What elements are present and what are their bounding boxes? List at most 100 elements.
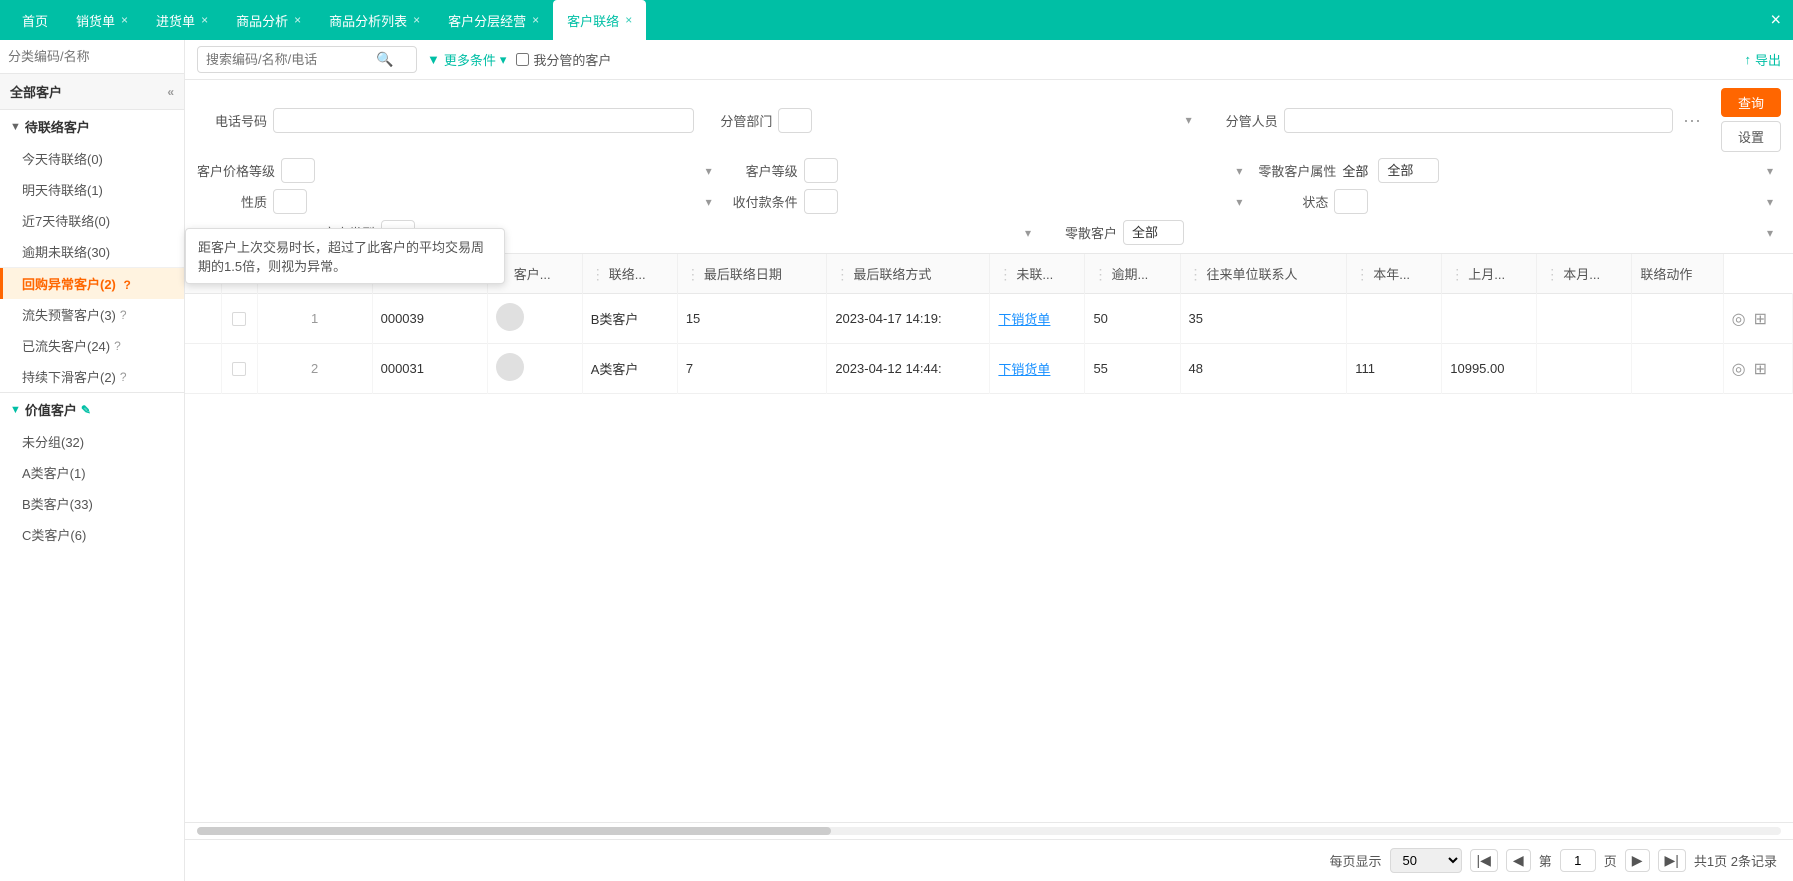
sidebar-item-7days[interactable]: 近7天待联络(0) [0,205,184,236]
close-analysis-icon[interactable]: × [294,13,301,27]
page-label: 第 [1539,851,1552,870]
sidebar-item-overdue[interactable]: 逾期未联络(30) [0,236,184,267]
row-settings-cell [185,344,221,394]
sidebar-pending-title[interactable]: ▼ 待联络客户 [0,110,184,143]
dept-select[interactable] [778,108,812,133]
payment-select[interactable] [804,189,838,214]
nav-item-purchase[interactable]: 进货单 × [142,0,222,40]
close-analysis-list-icon[interactable]: × [413,13,420,27]
sidebar-value-header[interactable]: ▼ 价值客户 ✎ [0,393,184,426]
close-contact-icon[interactable]: × [625,13,632,27]
sidebar-all-customers-header[interactable]: 全部客户 « [0,74,184,110]
nav-item-analysis-list[interactable]: 商品分析列表 × [315,0,434,40]
table-row: 1 000039 B类客户 15 2023-04-17 14:19: 下销货单 … [185,294,1793,344]
row-this-year-cell [1442,294,1537,344]
col-overdue[interactable]: 逾期... [1085,254,1180,294]
scroll-thumb[interactable] [197,827,831,835]
nav-item-analysis[interactable]: 商品分析 × [222,0,315,40]
close-segment-icon[interactable]: × [532,13,539,27]
table-area: ⚙ 客户编码 客户名称 客户... 联络... 最后联络日期 最后联络方式 未联… [185,254,1793,822]
settings-button[interactable]: 设置 [1721,121,1781,152]
retail-customer-select[interactable]: 全部 [1123,220,1184,245]
per-page-select[interactable]: 50 20 100 200 [1390,848,1462,873]
filter-cell-retail-customer: 零散客户 全部 [1047,220,1781,245]
horizontal-scrollbar[interactable] [197,827,1781,835]
nav-item-home[interactable]: 首页 [8,0,62,40]
sidebar-item-b-class[interactable]: B类客户(33) [0,488,184,519]
row-contact-count-cell: 15 [677,294,827,344]
close-sales-icon[interactable]: × [121,13,128,27]
sidebar-item-today[interactable]: 今天待联络(0) [0,143,184,174]
manager-more-icon[interactable]: ··· [1679,111,1705,129]
col-last-date[interactable]: 最后联络日期 [677,254,827,294]
col-no-contact[interactable]: 未联... [990,254,1085,294]
last-page-button[interactable]: ▶| [1658,849,1686,872]
sidebar-item-a-class[interactable]: A类客户(1) [0,457,184,488]
sidebar-item-ungroup[interactable]: 未分组(32) [0,426,184,457]
price-level-select[interactable] [281,158,315,183]
filter-row-2: 客户价格等级 客户等级 零散客户属性 全部 全部 [197,158,1781,183]
col-last-method[interactable]: 最后联络方式 [827,254,990,294]
row-last-month-cell [1537,344,1632,394]
query-button[interactable]: 查询 [1721,88,1781,117]
phone-input[interactable] [273,108,694,133]
nav-item-sales[interactable]: 销货单 × [62,0,142,40]
col-contact-person[interactable]: 往来单位联系人 [1180,254,1347,294]
retail-attr-select[interactable]: 全部 [1378,158,1439,183]
last-method-link[interactable]: 下销货单 [998,362,1050,377]
add-action-icon[interactable]: ⊞ [1754,309,1767,329]
row-contact-person-cell: 111 [1347,344,1442,394]
col-contact-count[interactable]: 联络... [582,254,677,294]
page-end-label: 页 [1604,851,1617,870]
sidebar-collapse-icon[interactable]: « [167,85,174,99]
nav-item-customer-segment[interactable]: 客户分层经营 × [434,0,553,40]
customer-search-icon[interactable]: 🔍 [376,51,393,68]
sidebar-item-c-class[interactable]: C类客户(6) [0,519,184,550]
row-action-cell: ◎ ⊞ [1723,344,1792,394]
next-page-button[interactable]: ▶ [1625,849,1650,872]
manager-input[interactable] [1284,108,1673,133]
more-filter-button[interactable]: ▼ 更多条件 ▾ [427,50,506,69]
nav-item-customer-contact[interactable]: 客户联络 × [553,0,646,40]
row-checkbox-cell [221,344,257,394]
view-action-icon[interactable]: ◎ [1732,309,1746,329]
main-layout: 🔍 全部客户 « ▼ 待联络客户 今天待联络(0) 明天待联络(1) [0,40,1793,881]
close-all-tabs-button[interactable]: × [1770,10,1781,31]
row-checkbox[interactable] [232,312,246,326]
sidebar-item-repurchase-abnormal[interactable]: 回购异常客户(2) ? [0,268,184,299]
row-checkbox[interactable] [232,362,246,376]
sidebar-search-input[interactable] [8,49,184,64]
nature-select[interactable] [273,189,307,214]
sidebar-item-lost-warning[interactable]: 流失预警客户(3) ? [0,299,184,330]
value-edit-icon[interactable]: ✎ [81,403,91,417]
nature-label: 性质 [197,192,267,211]
row-last-date-cell: 2023-04-12 14:44: [827,344,990,394]
sidebar-item-declining[interactable]: 持续下滑客户(2) ? [0,361,184,392]
row-name-cell [487,294,582,344]
col-last-month[interactable]: 上月... [1442,254,1537,294]
export-button[interactable]: ↑ 导出 [1744,50,1781,69]
last-method-link[interactable]: 下销货单 [998,312,1050,327]
filter-icon: ▼ [427,52,440,67]
status-select[interactable] [1334,189,1368,214]
prev-page-button[interactable]: ◀ [1506,849,1531,872]
col-this-year[interactable]: 本年... [1347,254,1442,294]
sidebar-item-already-lost[interactable]: 已流失客户(24) ? [0,330,184,361]
sidebar: 🔍 全部客户 « ▼ 待联络客户 今天待联络(0) 明天待联络(1) [0,40,185,881]
first-page-button[interactable]: |◀ [1470,849,1498,872]
customer-level-label: 客户等级 [728,161,798,180]
my-customer-checkbox[interactable] [516,53,529,66]
customer-search-input[interactable] [206,52,376,67]
close-purchase-icon[interactable]: × [201,13,208,27]
row-last-method-cell: 下销货单 [990,294,1085,344]
view-action-icon[interactable]: ◎ [1732,359,1746,379]
customer-level-select[interactable] [804,158,838,183]
page-input[interactable] [1560,849,1596,872]
col-this-month[interactable]: 本月... [1537,254,1632,294]
row-this-month-cell [1632,344,1723,394]
row-this-month-cell [1632,294,1723,344]
my-customer-checkbox-label[interactable]: 我分管的客户 [516,50,611,69]
tooltip-repurchase: 距客户上次交易时长，超过了此客户的平均交易周期的1.5倍，则视为异常。 [185,228,505,284]
add-action-icon[interactable]: ⊞ [1754,359,1767,379]
sidebar-item-tomorrow[interactable]: 明天待联络(1) [0,174,184,205]
